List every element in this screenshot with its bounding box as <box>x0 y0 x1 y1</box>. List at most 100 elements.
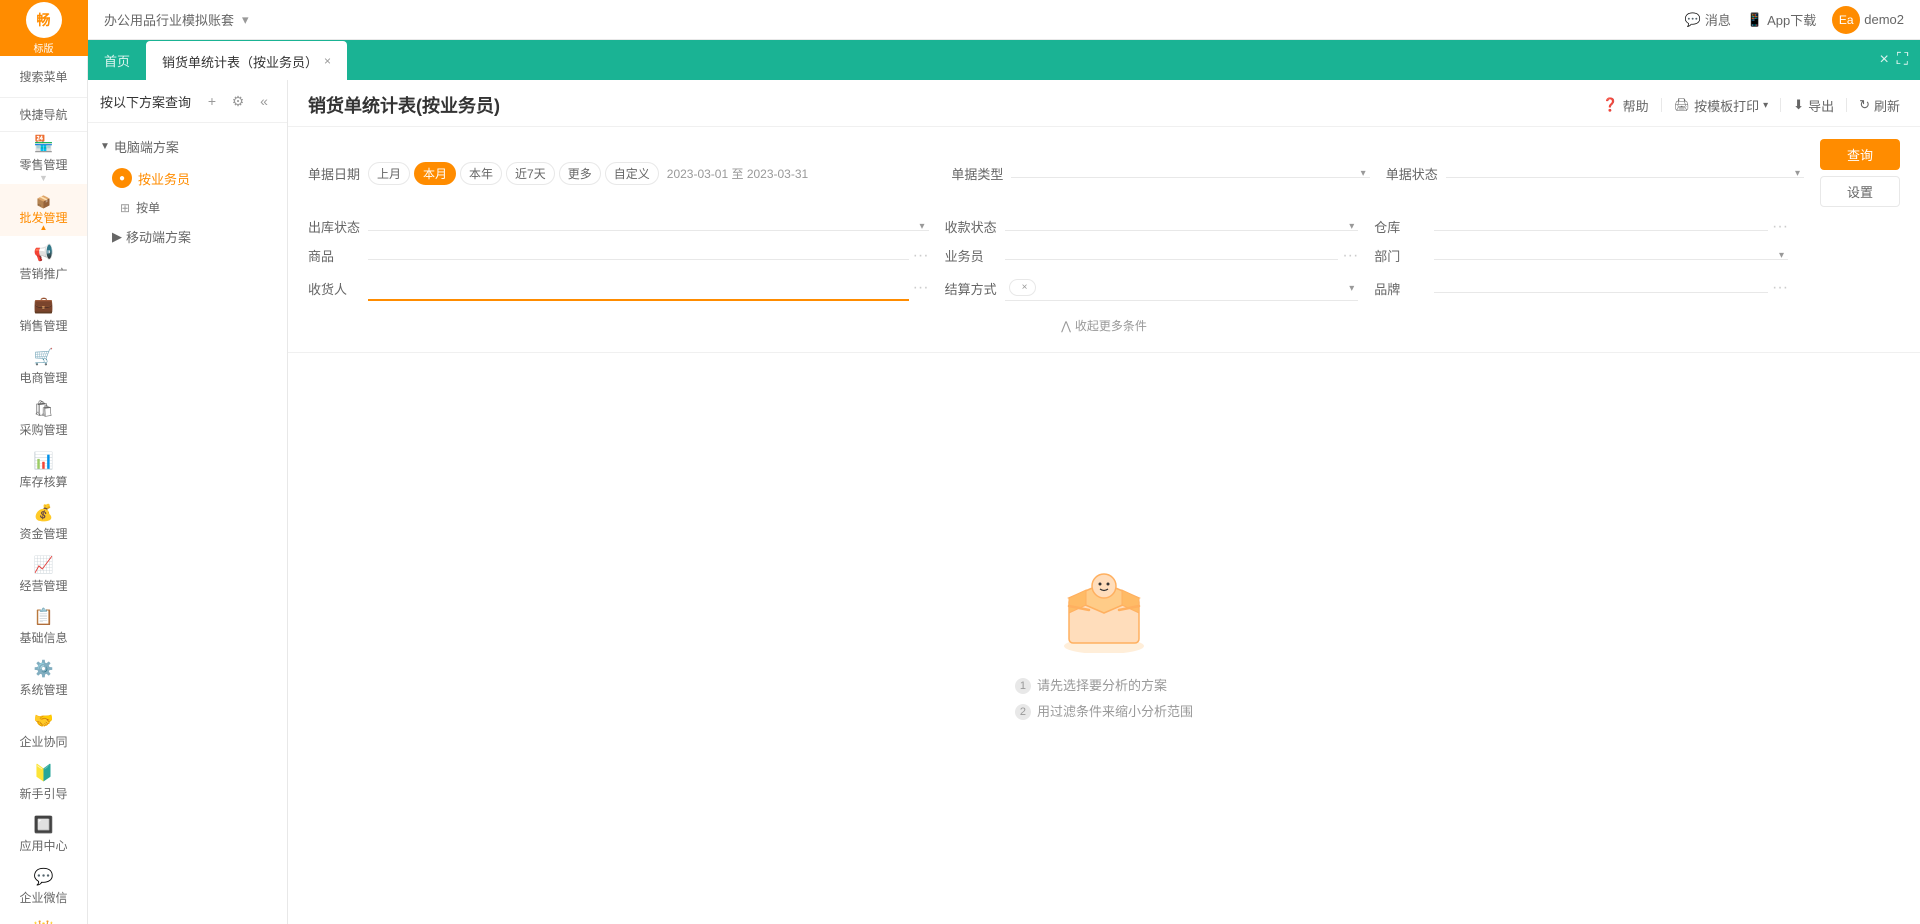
sidebar-item-marketing[interactable]: 📢 营销推广 <box>0 236 87 288</box>
query-button[interactable]: 查询 <box>1820 139 1900 170</box>
refresh-button[interactable]: ↻ 刷新 <box>1859 96 1900 115</box>
collapse-panel-button[interactable]: « <box>253 90 275 112</box>
apps-icon: 🔲 <box>34 815 54 835</box>
print-icon: 🖨 <box>1674 97 1691 113</box>
sidebar-item-wholesale[interactable]: 📦 批发管理 <box>0 184 87 236</box>
warehouse-more-icon[interactable]: ··· <box>1772 218 1788 236</box>
order-type-label: 单据类型 <box>951 164 1011 183</box>
export-button[interactable]: ⬇ 导出 <box>1793 96 1834 115</box>
query-action-area: 查询 设置 <box>1820 139 1900 207</box>
print-button[interactable]: 🖨 按模板打印 ▾ <box>1674 96 1769 115</box>
member-icon: 👑 <box>34 919 54 924</box>
wholesale-icon: 📦 <box>36 195 51 209</box>
scheme-group-mobile-header[interactable]: ▶ 移动端方案 <box>88 221 287 252</box>
consignee-input[interactable] <box>368 276 909 301</box>
sidebar-item-purchase[interactable]: 🛍 采购管理 <box>0 392 87 444</box>
consignee-control[interactable]: ··· <box>368 276 929 301</box>
help-icon: ❓ <box>1602 97 1618 113</box>
tab-close-window-icon[interactable]: × <box>1879 51 1888 69</box>
department-control[interactable]: ▾ <box>1434 251 1788 260</box>
app-download-button[interactable]: 📱 App下载 <box>1747 10 1816 29</box>
user-profile[interactable]: Ea demo2 <box>1832 6 1904 34</box>
warehouse-control[interactable]: ··· <box>1434 218 1788 236</box>
tab-home[interactable]: 首页 <box>88 40 146 80</box>
inventory-icon: 📊 <box>34 451 54 471</box>
industry-dropdown-icon[interactable]: ▾ <box>242 12 249 28</box>
add-scheme-button[interactable]: + <box>201 90 223 112</box>
retail-icon: 🏪 <box>34 134 54 154</box>
page-content: 按以下方案查询 + ⚙ « ▼ 电脑端方案 ● <box>88 80 1920 924</box>
sidebar-item-wechat-label: 企业微信 <box>19 889 67 906</box>
sidebar-item-enterprise-label: 企业协同 <box>19 733 67 750</box>
logo-subtitle: 标版 <box>34 40 54 55</box>
scheme-item-by-salesperson[interactable]: ● 按业务员 <box>88 162 287 194</box>
scheme-mobile-arrow: ▶ <box>112 229 122 245</box>
sidebar-item-ecommerce-label: 电商管理 <box>19 369 67 386</box>
sidebar-item-inventory[interactable]: 📊 库存核算 <box>0 444 87 496</box>
sidebar-item-ecommerce[interactable]: 🛒 电商管理 <box>0 340 87 392</box>
sidebar-item-operations-label: 经营管理 <box>19 577 67 594</box>
brand-more-icon[interactable]: ··· <box>1772 279 1788 297</box>
scheme-group-desktop-header[interactable]: ▼ 电脑端方案 <box>88 131 287 162</box>
sidebar-item-sales[interactable]: 💼 销售管理 <box>0 288 87 340</box>
salesperson-more-icon[interactable]: ··· <box>1342 247 1358 265</box>
settlement-tag-close[interactable]: × <box>1022 282 1028 293</box>
settings-button[interactable]: 设置 <box>1820 176 1900 207</box>
sidebar-item-wechat[interactable]: 💬 企业微信 <box>0 860 87 912</box>
consignee-more-icon[interactable]: ··· <box>913 279 929 297</box>
refresh-label: 刷新 <box>1874 96 1900 115</box>
sidebar-menu: 🏪 零售管理 ▼ 📦 批发管理 📢 营销推广 💼 销售管理 <box>0 132 87 924</box>
out-status-control[interactable]: ▾ <box>368 222 929 231</box>
collapse-bar[interactable]: ⋀ 收起更多条件 <box>308 311 1900 340</box>
export-icon: ⬇ <box>1793 97 1804 113</box>
order-type-control[interactable]: ▾ <box>1011 169 1369 178</box>
ecommerce-icon: 🛒 <box>34 347 54 367</box>
date-tag-7days[interactable]: 近7天 <box>506 162 555 185</box>
date-tag-custom[interactable]: 自定义 <box>605 162 659 185</box>
sidebar-item-apps[interactable]: 🔲 应用中心 <box>0 808 87 860</box>
tab-maximize-icon[interactable]: ⛶ <box>1897 51 1908 69</box>
sidebar-item-wholesale-label: 批发管理 <box>19 209 67 226</box>
sidebar-item-system[interactable]: ⚙️ 系统管理 <box>0 652 87 704</box>
settlement-tag: × <box>1009 279 1037 296</box>
brand-control[interactable]: ··· <box>1434 279 1788 297</box>
left-panel-header: 按以下方案查询 + ⚙ « <box>88 80 287 123</box>
help-label: 帮助 <box>1623 96 1649 115</box>
sidebar-item-operations[interactable]: 📈 经营管理 <box>0 548 87 600</box>
help-button[interactable]: ❓ 帮助 <box>1602 96 1648 115</box>
sidebar-item-retail[interactable]: 🏪 零售管理 ▼ <box>0 132 87 184</box>
sales-icon: 💼 <box>34 295 54 315</box>
sidebar-item-basic-info[interactable]: 📋 基础信息 <box>0 600 87 652</box>
scheme-active-icon: ● <box>112 168 132 188</box>
salesperson-control[interactable]: ··· <box>1005 247 1359 265</box>
receipt-status-control[interactable]: ▾ <box>1005 222 1359 231</box>
message-button[interactable]: 💬 消息 <box>1685 10 1731 29</box>
goods-control[interactable]: ··· <box>368 247 929 265</box>
sidebar-item-guide[interactable]: 🔰 新手引导 <box>0 756 87 808</box>
app-logo[interactable]: 畅 标版 <box>0 0 88 56</box>
sidebar-item-enterprise[interactable]: 🤝 企业协同 <box>0 704 87 756</box>
quick-nav-button[interactable]: 快捷导航 <box>0 102 87 127</box>
tip-num-2: 2 <box>1015 704 1031 720</box>
scheme-sub-item-order[interactable]: ⊞ 按单 <box>88 194 287 221</box>
date-tag-current-year[interactable]: 本年 <box>460 162 502 185</box>
sidebar-item-finance[interactable]: 💰 资金管理 <box>0 496 87 548</box>
date-tag-more[interactable]: 更多 <box>559 162 601 185</box>
filter-row-4: 收货人 ··· 结算方式 <box>308 275 1900 301</box>
date-tag-last-month[interactable]: 上月 <box>368 162 410 185</box>
industry-label: 办公用品行业模拟账套 <box>104 10 234 29</box>
sidebar-item-member[interactable]: 👑 畅会员 <box>0 912 87 924</box>
date-control: 上月 本月 本年 近7天 更多 自定义 2023-03-01 至 2023-03… <box>368 162 935 185</box>
collapse-icon: ⋀ <box>1061 319 1071 333</box>
order-status-control[interactable]: ▾ <box>1446 169 1804 178</box>
settlement-label: 结算方式 <box>945 279 1005 298</box>
tab-close-icon[interactable]: × <box>324 54 331 68</box>
settings-scheme-button[interactable]: ⚙ <box>227 90 249 112</box>
date-tag-current-month[interactable]: 本月 <box>414 162 456 185</box>
goods-more-icon[interactable]: ··· <box>913 247 929 265</box>
tab-active[interactable]: 销货单统计表（按业务员） × <box>146 41 347 81</box>
message-label: 消息 <box>1705 10 1731 29</box>
sidebar-item-apps-label: 应用中心 <box>19 837 67 854</box>
settlement-control: × ▾ <box>1005 275 1359 301</box>
search-menu-button[interactable]: 搜索菜单 <box>0 64 87 89</box>
